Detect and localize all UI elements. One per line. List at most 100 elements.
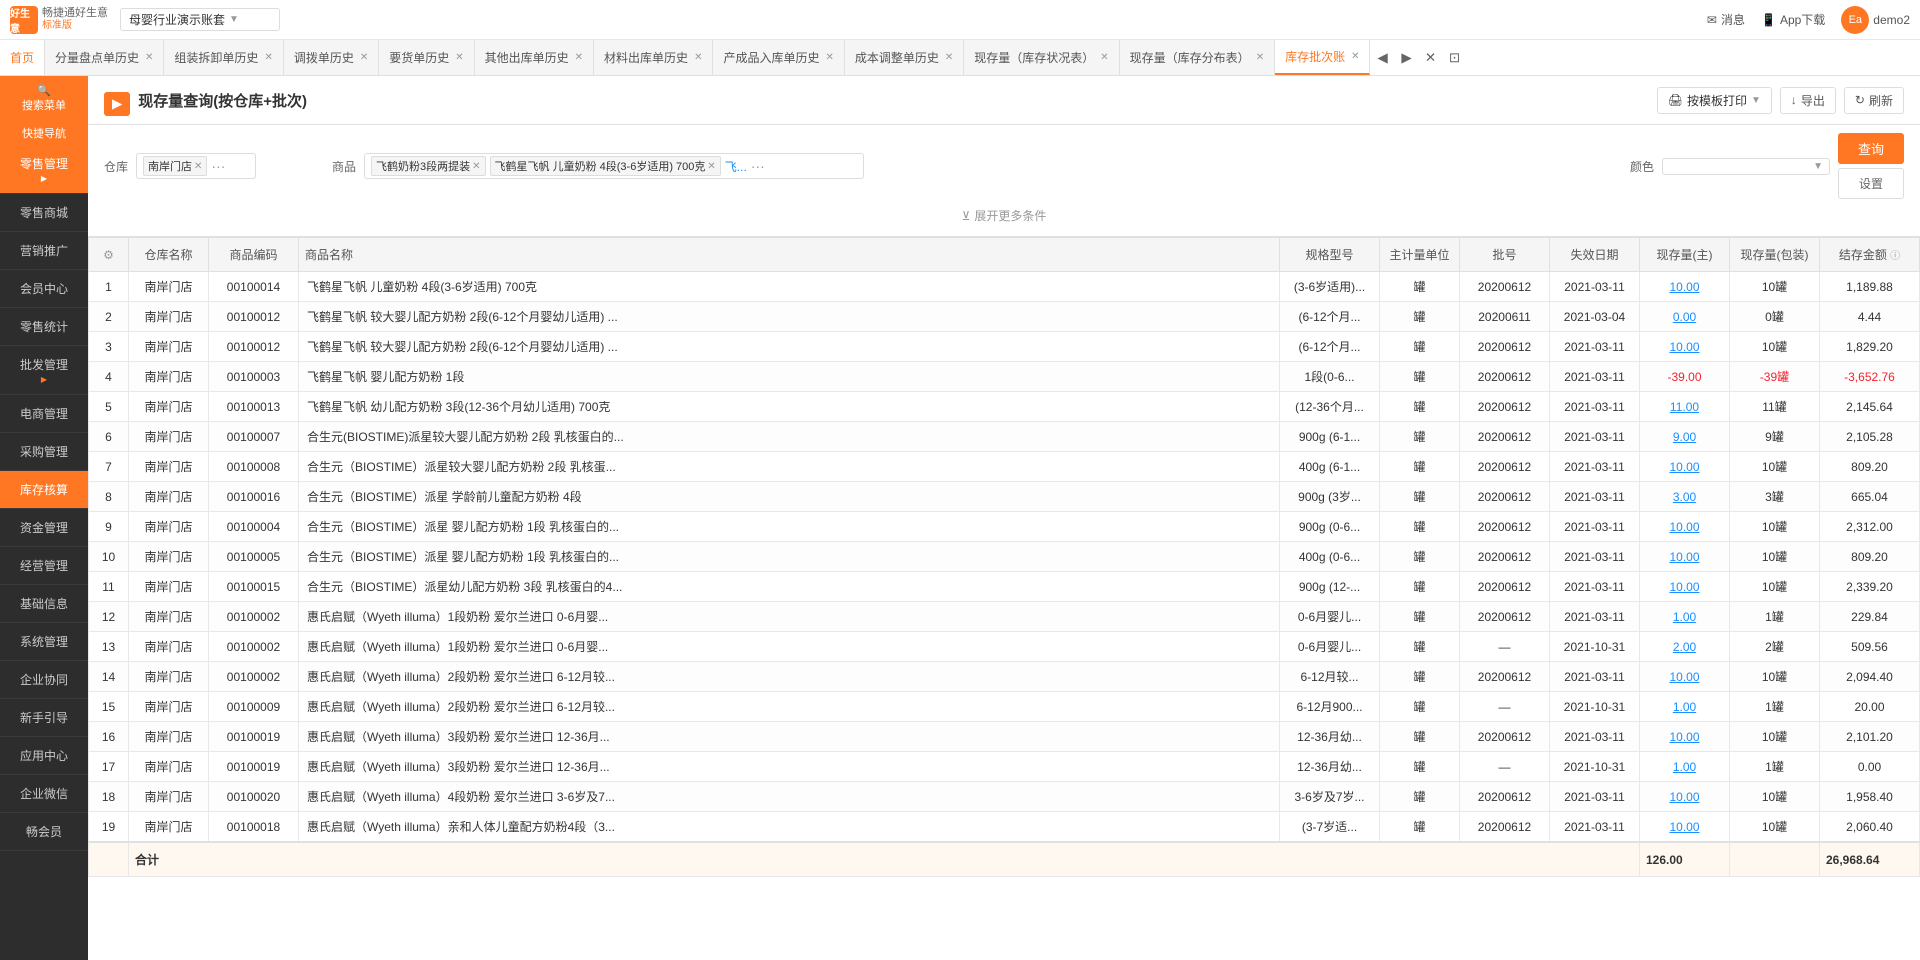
tab-next-btn[interactable]: ▶ [1394,40,1418,76]
footer-stock-main: 126.00 [1640,842,1730,877]
sidebar-item-retail-stats[interactable]: 零售统计 [0,308,88,346]
tab-close-11[interactable]: ✕ [1351,51,1359,62]
tab-close-5[interactable]: ✕ [575,52,583,63]
th-code: 商品编码 [209,238,299,272]
message-btn[interactable]: ✉ 消息 [1707,11,1745,28]
warehouse-tag: 南岸门店 ✕ [143,156,207,176]
message-icon: ✉ [1707,13,1717,27]
tab-9[interactable]: 现存量（库存状况表） ✕ [964,40,1119,75]
tab-close-6[interactable]: ✕ [694,52,702,63]
tab-close-all-btn[interactable]: ✕ [1418,40,1442,76]
search-icon: 🔍 [37,85,51,97]
sidebar-item-members[interactable]: 会员中心 [0,270,88,308]
tab-prev-btn[interactable]: ◀ [1370,40,1394,76]
sidebar-item-collab[interactable]: 企业协同 [0,661,88,699]
sidebar-item-finance[interactable]: 资金管理 [0,509,88,547]
table-row: 16 南岸门店 00100019 惠氏启赋（Wyeth illuma）3段奶粉 … [89,722,1920,752]
tab-close-4[interactable]: ✕ [455,52,463,63]
printer-icon: 🖨 [1668,93,1683,107]
tab-close-8[interactable]: ✕ [945,52,953,63]
table-row: 15 南岸门店 00100009 惠氏启赋（Wyeth illuma）2段奶粉 … [89,692,1920,722]
template-print-btn[interactable]: 🖨 按模板打印 ▼ [1657,87,1772,114]
color-select-box[interactable]: ▼ [1662,158,1830,175]
warehouse-more[interactable]: ··· [211,158,225,174]
th-settings[interactable]: ⚙ [89,238,129,272]
chevron-down-icon: ▶ [41,174,47,183]
commodity-more[interactable]: ··· [751,158,765,174]
tab-close-7[interactable]: ✕ [825,52,833,63]
table-row: 5 南岸门店 00100013 飞鹤星飞帆 幼儿配方奶粉 3段(12-36个月幼… [89,392,1920,422]
tab-expand-btn[interactable]: ⊡ [1442,40,1466,76]
tab-home[interactable]: 首页 [0,40,45,75]
warehouse-tag-close[interactable]: ✕ [194,161,202,172]
org-selector[interactable]: 母婴行业演示账套 ▼ [120,8,280,31]
commodity-label: 商品 [332,158,356,175]
sidebar-item-basic-info[interactable]: 基础信息 [0,585,88,623]
tab-7[interactable]: 产成品入库单历史 ✕ [713,40,844,75]
logo-area: 好生意 畅捷通好生意 标准版 [10,6,110,34]
sidebar-item-vip[interactable]: 畅会员 [0,813,88,851]
tab-4[interactable]: 要货单历史 ✕ [379,40,474,75]
logo-text: 畅捷通好生意 标准版 [42,7,108,32]
query-btn[interactable]: 查询 [1838,133,1904,164]
avatar: Ea [1841,6,1869,34]
tab-6[interactable]: 材料出库单历史 ✕ [594,40,713,75]
top-bar: 好生意 畅捷通好生意 标准版 母婴行业演示账套 ▼ ✉ 消息 📱 App下载 E… [0,0,1920,40]
sidebar-item-system[interactable]: 系统管理 [0,623,88,661]
tab-8[interactable]: 成本调整单历史 ✕ [845,40,964,75]
sidebar-item-purchase[interactable]: 采购管理 [0,433,88,471]
table-row: 7 南岸门店 00100008 合生元（BIOSTIME）派星较大婴儿配方奶粉 … [89,452,1920,482]
chevron-down-icon-2: ▶ [41,375,47,384]
user-avatar[interactable]: Ea demo2 [1841,6,1910,34]
amount-info-icon: ⓘ [1890,251,1900,262]
tab-close-9[interactable]: ✕ [1100,52,1108,63]
footer-row: 合计 126.00 26,968.64 [89,842,1920,877]
logo-icon: 好生意 [10,6,38,34]
app-download-btn[interactable]: 📱 App下载 [1761,11,1825,28]
sidebar-item-retail-mgmt[interactable]: 零售管理 ▶ [0,145,88,194]
th-stock-pkg: 现存量(包装) [1730,238,1820,272]
commodity-tag-0: 飞鹤奶粉3段两提装 ✕ [371,156,486,176]
sidebar-toggle-btn[interactable]: ▶ [104,92,130,116]
sidebar-item-inventory[interactable]: 库存核算 [0,471,88,509]
commodity-tag-close-0[interactable]: ✕ [472,161,480,172]
export-btn[interactable]: ↓ 导出 [1780,87,1836,114]
sidebar-item-app-center[interactable]: 应用中心 [0,737,88,775]
table-row: 9 南岸门店 00100004 合生元（BIOSTIME）派星 婴儿配方奶粉 1… [89,512,1920,542]
tab-1[interactable]: 分量盘点单历史 ✕ [45,40,164,75]
color-filter: 颜色 ▼ [1630,158,1830,175]
warehouse-filter: 仓库 南岸门店 ✕ ··· [104,153,324,179]
tab-close-1[interactable]: ✕ [145,52,153,63]
warehouse-tag-box[interactable]: 南岸门店 ✕ ··· [136,153,256,179]
sidebar-item-wechat[interactable]: 企业微信 [0,775,88,813]
top-right-actions: ✉ 消息 📱 App下载 Ea demo2 [1707,6,1910,34]
sidebar-nav-label: 快捷导航 [0,121,88,145]
settings-btn[interactable]: 设置 [1838,168,1904,199]
sidebar-item-guide[interactable]: 新手引导 [0,699,88,737]
color-label: 颜色 [1630,158,1654,175]
table-row: 6 南岸门店 00100007 合生元(BIOSTIME)派星较大婴儿配方奶粉 … [89,422,1920,452]
tab-3[interactable]: 调拨单历史 ✕ [284,40,379,75]
table-settings-icon[interactable]: ⚙ [103,248,114,262]
expand-conditions-btn[interactable]: ⊻ 展开更多条件 [962,207,1047,224]
sidebar-item-marketing[interactable]: 营销推广 [0,232,88,270]
template-dropdown-icon: ▼ [1751,95,1761,106]
commodity-tag-box[interactable]: 飞鹤奶粉3段两提装 ✕ 飞鹤星飞帆 儿童奶粉 4段(3-6岁适用) 700克 ✕… [364,153,864,179]
sidebar-item-retail-mall[interactable]: 零售商城 [0,194,88,232]
tab-close-2[interactable]: ✕ [264,52,272,63]
commodity-extra: 飞... [725,158,747,175]
commodity-tag-close-1[interactable]: ✕ [707,161,715,172]
sidebar-item-wholesale[interactable]: 批发管理 ▶ [0,346,88,395]
mobile-icon: 📱 [1761,13,1776,27]
sidebar-item-ecommerce[interactable]: 电商管理 [0,395,88,433]
th-spec: 规格型号 [1280,238,1380,272]
tab-11[interactable]: 库存批次账 ✕ [1275,40,1370,75]
sidebar-search[interactable]: 🔍 搜索菜单 [0,76,88,121]
tab-close-10[interactable]: ✕ [1256,52,1264,63]
refresh-btn[interactable]: ↻ 刷新 [1844,87,1904,114]
tab-close-3[interactable]: ✕ [360,52,368,63]
tab-5[interactable]: 其他出库单历史 ✕ [475,40,594,75]
tab-2[interactable]: 组装拆卸单历史 ✕ [164,40,283,75]
sidebar-item-operations[interactable]: 经营管理 [0,547,88,585]
tab-10[interactable]: 现存量（库存分布表） ✕ [1120,40,1275,75]
